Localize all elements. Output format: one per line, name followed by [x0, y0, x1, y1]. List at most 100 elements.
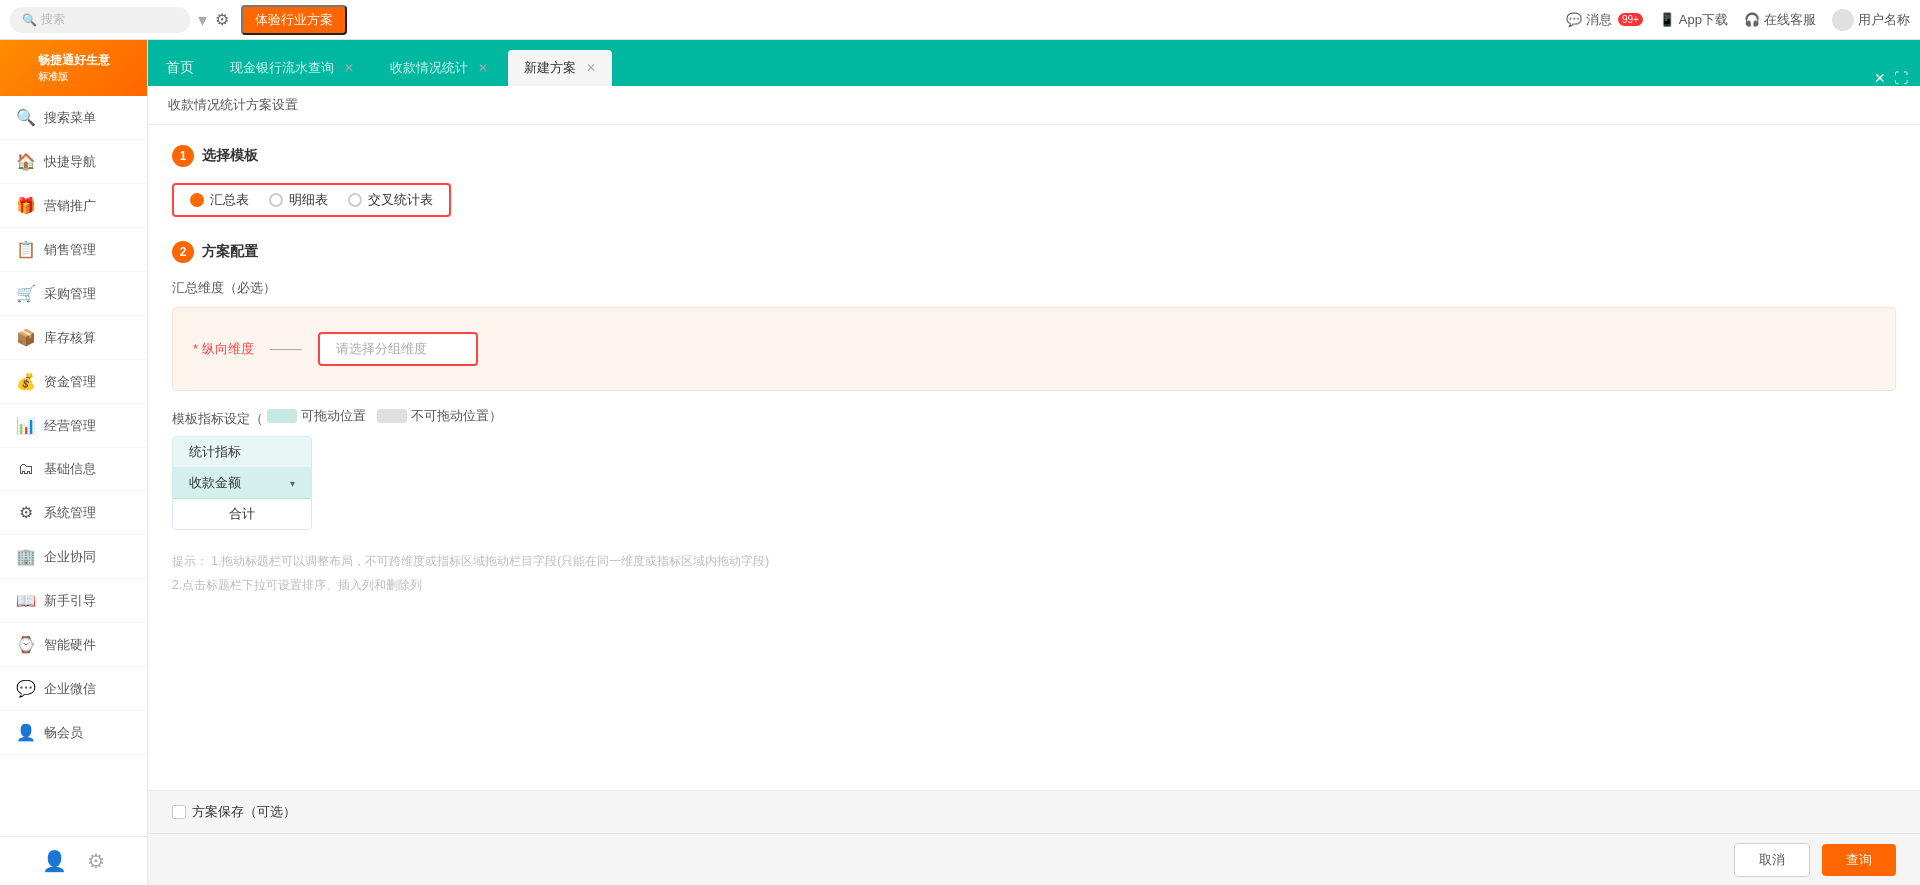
- service-item[interactable]: 🎧 在线客服: [1744, 11, 1816, 29]
- smart-hw-icon: ⌚: [16, 635, 36, 654]
- sidebar-item-search-menu[interactable]: 🔍 搜索菜单: [0, 96, 147, 140]
- service-label: 在线客服: [1764, 11, 1816, 29]
- download-item[interactable]: 📱 App下载: [1659, 11, 1728, 29]
- tab-bar: 首页 现金银行流水查询 ✕ 收款情况统计 ✕ 新建方案 ✕ ✕ ⛶: [148, 40, 1920, 86]
- sidebar-item-basic-info[interactable]: 🗂 基础信息: [0, 448, 147, 491]
- inventory-icon: 📦: [16, 328, 36, 347]
- operation-icon: 📊: [16, 416, 36, 435]
- member-icon: 👤: [16, 723, 36, 742]
- sales-icon: 📋: [16, 240, 36, 259]
- tab-home-label: 首页: [166, 59, 194, 77]
- save-label: 方案保存（可选）: [192, 803, 296, 821]
- tab-maximize-icon[interactable]: ⛶: [1894, 70, 1908, 86]
- sidebar-bottom-icon2[interactable]: ⚙: [87, 849, 105, 873]
- sidebar-logo: 畅捷通好生意 标准版: [0, 40, 147, 96]
- download-icon: 📱: [1659, 12, 1675, 27]
- sidebar-item-system[interactable]: ⚙ 系统管理: [0, 491, 147, 535]
- basic-info-icon: 🗂: [16, 460, 36, 478]
- radio-cross-circle[interactable]: [348, 193, 362, 207]
- radio-detail[interactable]: 明细表: [269, 191, 328, 209]
- marketing-icon: 🎁: [16, 196, 36, 215]
- page-content: 收款情况统计方案设置 1 选择模板 汇总表: [148, 86, 1920, 833]
- tab-close-all-icon[interactable]: ✕: [1874, 70, 1886, 86]
- settings-icon[interactable]: ⚙: [215, 10, 229, 29]
- hints: 提示： 1.拖动标题栏可以调整布局，不可跨维度或指标区域拖动栏目字段(只能在同一…: [172, 549, 1896, 597]
- dimension-area: * 纵向维度 —— 请选择分组维度: [172, 307, 1896, 391]
- message-label: 消息: [1586, 11, 1612, 29]
- guide-icon: 📖: [16, 591, 36, 610]
- dimension-select[interactable]: 请选择分组维度: [318, 332, 478, 366]
- message-icon: 💬: [1566, 12, 1582, 27]
- section-template: 1 选择模板 汇总表 明细表: [172, 145, 1896, 217]
- sidebar-item-enterprise[interactable]: 🏢 企业协同: [0, 535, 147, 579]
- search-icon: 🔍: [22, 13, 37, 27]
- form-area: 1 选择模板 汇总表 明细表: [148, 125, 1920, 790]
- sidebar-label-system: 系统管理: [44, 504, 96, 522]
- search-bar[interactable]: 🔍 搜索: [10, 7, 190, 33]
- tab-new-plan-label: 新建方案: [524, 59, 576, 77]
- section1-header: 1 选择模板: [172, 145, 1896, 167]
- dropdown-icon[interactable]: ▾: [198, 9, 207, 31]
- tab-home[interactable]: 首页: [150, 50, 210, 86]
- top-bar-right: 💬 消息 99+ 📱 App下载 🎧 在线客服 用户名称: [1566, 9, 1910, 31]
- bottom-bar: 取消 查询: [148, 833, 1920, 885]
- sidebar-label-smart-hw: 智能硬件: [44, 636, 96, 654]
- sidebar-label-inventory: 库存核算: [44, 329, 96, 347]
- cancel-button[interactable]: 取消: [1734, 843, 1810, 877]
- dimension-arrow: ——: [270, 340, 302, 358]
- metrics-col2: 合计: [173, 499, 311, 529]
- metrics-col1-chevron: ▾: [290, 478, 295, 489]
- legend-drag: 可拖动位置: [267, 407, 366, 425]
- sidebar-label-purchase: 采购管理: [44, 285, 96, 303]
- tab-bank-flow-close[interactable]: ✕: [344, 61, 354, 75]
- sidebar-bottom-icon1[interactable]: 👤: [42, 849, 67, 873]
- vertical-dimension-label: * 纵向维度: [193, 340, 254, 358]
- radio-summary[interactable]: 汇总表: [190, 191, 249, 209]
- radio-detail-label: 明细表: [289, 191, 328, 209]
- template-select-box: 汇总表 明细表 交叉统计表: [172, 183, 451, 217]
- sidebar-item-marketing[interactable]: 🎁 营销推广: [0, 184, 147, 228]
- enterprise-icon: 🏢: [16, 547, 36, 566]
- save-checkbox[interactable]: [172, 805, 186, 819]
- message-item[interactable]: 💬 消息 99+: [1566, 11, 1643, 29]
- sidebar-label-search-menu: 搜索菜单: [44, 109, 96, 127]
- radio-cross-label: 交叉统计表: [368, 191, 433, 209]
- sidebar-item-smart-hw[interactable]: ⌚ 智能硬件: [0, 623, 147, 667]
- metrics-header: 模板指标设定（ 可拖动位置 不可拖动位置）: [172, 407, 1896, 428]
- sidebar-label-marketing: 营销推广: [44, 197, 96, 215]
- sidebar-item-inventory[interactable]: 📦 库存核算: [0, 316, 147, 360]
- dimension-placeholder: 请选择分组维度: [336, 341, 427, 356]
- top-bar: 🔍 搜索 ▾ ⚙ 体验行业方案 💬 消息 99+ 📱 App下载 🎧 在线客服 …: [0, 0, 1920, 40]
- user-item[interactable]: 用户名称: [1832, 9, 1910, 31]
- section1-title: 选择模板: [202, 147, 258, 165]
- trial-button[interactable]: 体验行业方案: [241, 5, 347, 35]
- sidebar-item-purchase[interactable]: 🛒 采购管理: [0, 272, 147, 316]
- radio-summary-circle[interactable]: [190, 193, 204, 207]
- sidebar-item-quick-nav[interactable]: 🏠 快捷导航: [0, 140, 147, 184]
- sidebar: 畅捷通好生意 标准版 🔍 搜索菜单 🏠 快捷导航 🎁 营销推广 📋 销售管理 🛒…: [0, 40, 148, 885]
- query-button[interactable]: 查询: [1822, 844, 1896, 876]
- radio-detail-circle[interactable]: [269, 193, 283, 207]
- radio-cross[interactable]: 交叉统计表: [348, 191, 433, 209]
- tab-collection-stats-label: 收款情况统计: [390, 59, 468, 77]
- tab-bank-flow[interactable]: 现金银行流水查询 ✕: [214, 50, 370, 86]
- metrics-col1[interactable]: 收款金额 ▾: [173, 468, 311, 499]
- section-config: 2 方案配置 汇总维度（必选） * 纵向维度 —— 请选择分组维度: [172, 241, 1896, 597]
- user-name: 用户名称: [1858, 11, 1910, 29]
- sidebar-item-operation[interactable]: 📊 经营管理: [0, 404, 147, 448]
- tab-new-plan[interactable]: 新建方案 ✕: [508, 50, 612, 86]
- sidebar-label-guide: 新手引导: [44, 592, 96, 610]
- sidebar-item-member[interactable]: 👤 畅会员: [0, 711, 147, 755]
- tab-new-plan-close[interactable]: ✕: [586, 61, 596, 75]
- sidebar-item-wechat[interactable]: 💬 企业微信: [0, 667, 147, 711]
- sidebar-item-guide[interactable]: 📖 新手引导: [0, 579, 147, 623]
- sidebar-item-finance[interactable]: 💰 资金管理: [0, 360, 147, 404]
- tab-collection-stats[interactable]: 收款情况统计 ✕: [374, 50, 504, 86]
- page-breadcrumb: 收款情况统计方案设置: [148, 86, 1920, 125]
- sidebar-label-quick-nav: 快捷导航: [44, 153, 96, 171]
- dimension-row: * 纵向维度 —— 请选择分组维度: [193, 332, 1875, 366]
- sidebar-item-sales[interactable]: 📋 销售管理: [0, 228, 147, 272]
- radio-summary-label: 汇总表: [210, 191, 249, 209]
- tab-collection-stats-close[interactable]: ✕: [478, 61, 488, 75]
- system-icon: ⚙: [16, 503, 36, 522]
